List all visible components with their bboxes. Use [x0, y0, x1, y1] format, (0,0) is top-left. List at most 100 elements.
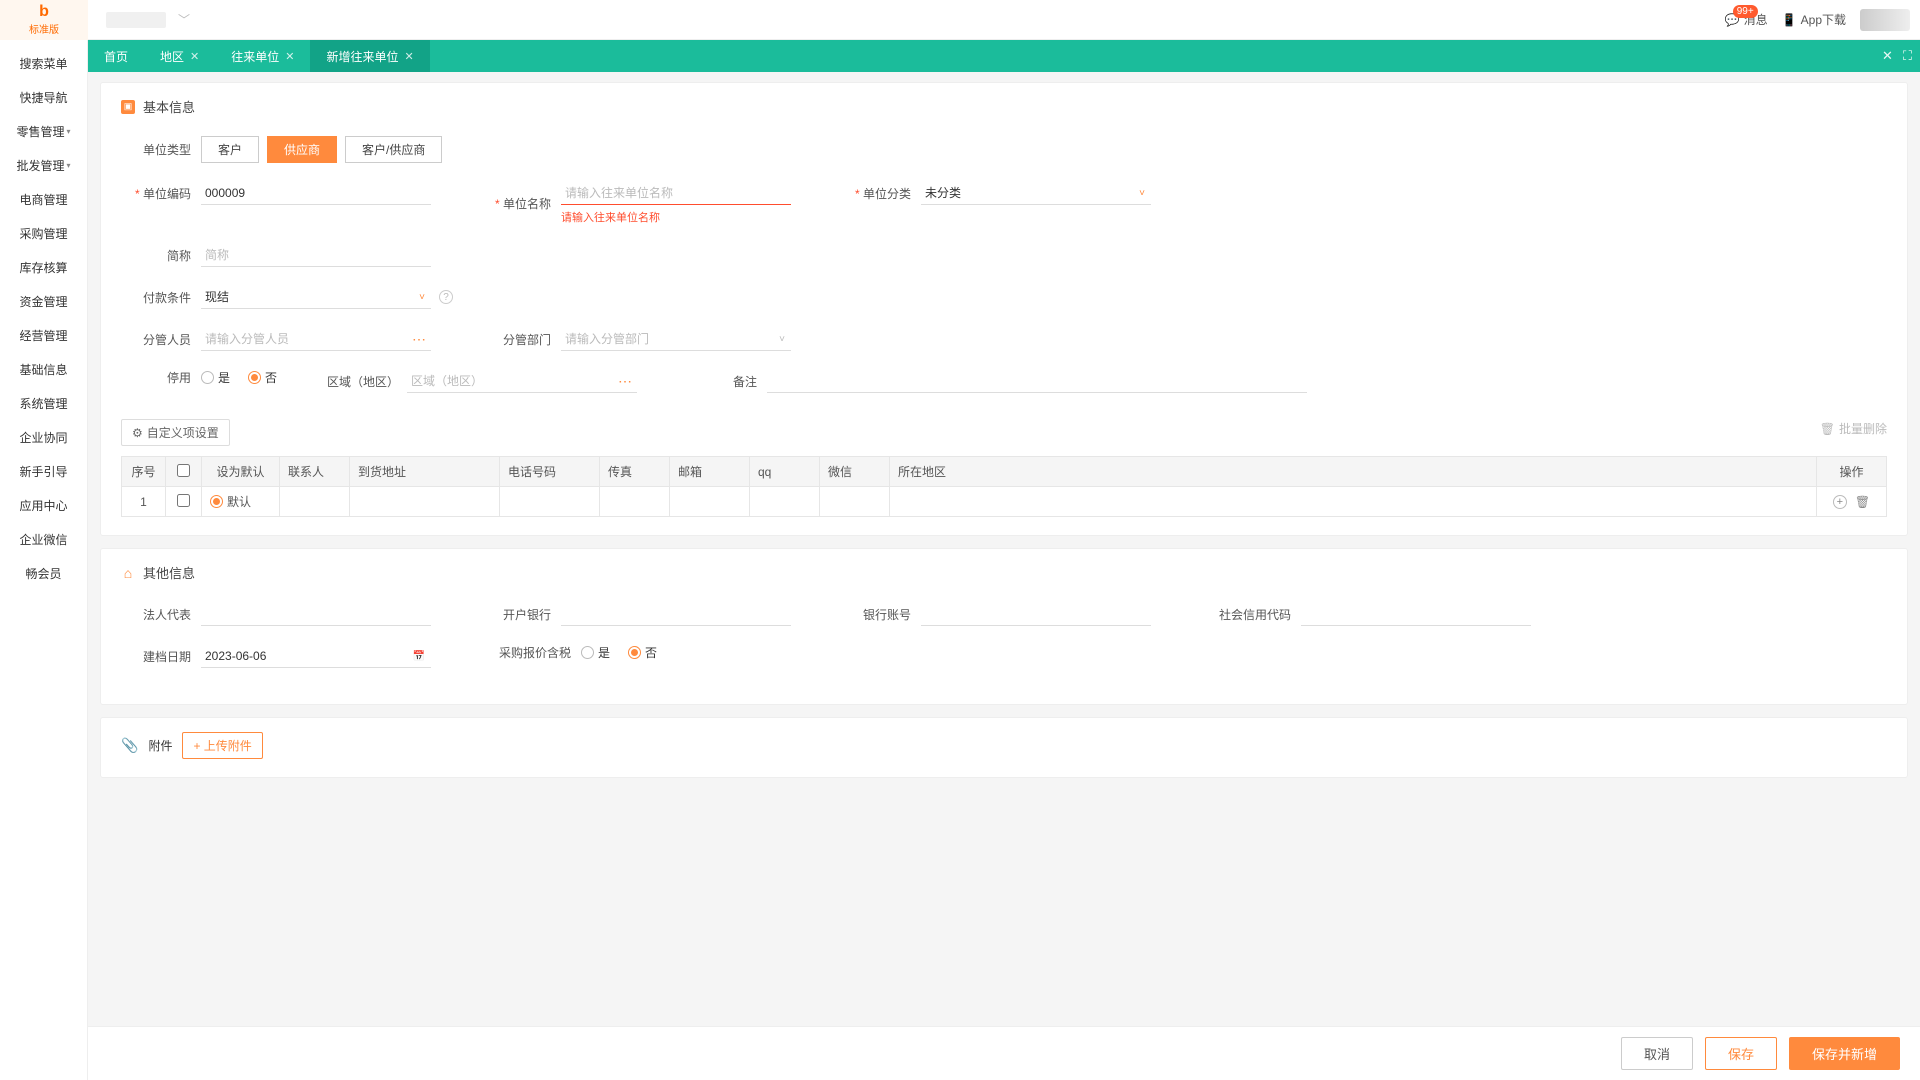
section-icon: ▣ — [121, 100, 135, 114]
sidebar-item[interactable]: 零售管理▾ — [0, 114, 87, 148]
messages-button[interactable]: 💬 消息 99+ — [1725, 11, 1768, 28]
cancel-button[interactable]: 取消 — [1621, 1037, 1693, 1070]
input-short-name[interactable] — [201, 243, 431, 267]
sidebar-item[interactable]: 批发管理▾ — [0, 148, 87, 182]
label-account: 银行账号 — [841, 606, 921, 623]
sidebar-item[interactable]: 搜索菜单 — [0, 46, 87, 80]
sidebar-item[interactable]: 库存核算 — [0, 250, 87, 284]
radio-disabled-no[interactable]: 否 — [248, 369, 277, 386]
sidebar-item[interactable]: 基础信息 — [0, 352, 87, 386]
input-unit-name[interactable] — [561, 181, 791, 205]
cell-wechat[interactable] — [820, 487, 890, 517]
cell-fax[interactable] — [600, 487, 670, 517]
tabbar: 首页地区✕往来单位✕新增往来单位✕ ✕ ⛶ — [88, 40, 1920, 72]
sidebar-item-label: 系统管理 — [19, 395, 67, 412]
tab[interactable]: 首页 — [88, 40, 144, 72]
sidebar-item[interactable]: 企业协同 — [0, 420, 87, 454]
select-all-checkbox[interactable] — [177, 464, 190, 477]
close-icon[interactable]: ✕ — [285, 50, 294, 63]
sidebar-item[interactable]: 采购管理 — [0, 216, 87, 250]
sidebar-item[interactable]: 企业微信 — [0, 522, 87, 556]
radio-tax-no[interactable]: 否 — [628, 644, 657, 661]
main-scroll[interactable]: ▣ 基本信息 单位类型 客户供应商客户/供应商 单位编码 — [88, 72, 1920, 1026]
tab[interactable]: 新增往来单位✕ — [310, 40, 429, 72]
unit-type-option[interactable]: 客户/供应商 — [345, 136, 442, 163]
radio-disabled-yes[interactable]: 是 — [201, 369, 230, 386]
table-header: 序号 — [122, 457, 166, 487]
gear-icon: ⚙ — [132, 426, 143, 440]
chevron-down-icon: ﹀ — [178, 11, 190, 28]
layout: 搜索菜单快捷导航零售管理▾批发管理▾电商管理采购管理库存核算资金管理经营管理基础… — [0, 40, 1920, 1080]
cell-region[interactable] — [890, 487, 1817, 517]
topbar: b 标准版 ﹀ 💬 消息 99+ 📱 App下载 — [0, 0, 1920, 40]
sidebar-item-label: 基础信息 — [19, 361, 67, 378]
select-pay-term[interactable] — [201, 285, 431, 309]
add-row-icon[interactable]: + — [1833, 495, 1847, 509]
sidebar-item[interactable]: 快捷导航 — [0, 80, 87, 114]
upload-attachment-button[interactable]: + 上传附件 — [182, 732, 262, 759]
org-switcher[interactable]: ﹀ — [88, 11, 208, 28]
cell-email[interactable] — [670, 487, 750, 517]
radio-tax-yes[interactable]: 是 — [581, 644, 610, 661]
input-credit[interactable] — [1301, 602, 1531, 626]
table-header: 设为默认 — [202, 457, 280, 487]
panel-basic-title: ▣ 基本信息 — [121, 97, 1887, 116]
app-download-button[interactable]: 📱 App下载 — [1782, 11, 1846, 28]
sidebar-item[interactable]: 资金管理 — [0, 284, 87, 318]
cell-address[interactable] — [350, 487, 500, 517]
sidebar-item[interactable]: 经营管理 — [0, 318, 87, 352]
close-icon[interactable]: ✕ — [405, 50, 414, 63]
more-icon[interactable]: ⋯ — [618, 373, 633, 390]
cell-phone[interactable] — [500, 487, 600, 517]
topbar-left: b 标准版 ﹀ — [0, 0, 208, 39]
label-dept: 分管部门 — [481, 331, 561, 348]
delete-row-icon[interactable]: 🗑 — [1855, 495, 1870, 509]
input-unit-code[interactable] — [201, 181, 431, 205]
label-credit: 社会信用代码 — [1201, 606, 1301, 623]
tab[interactable]: 往来单位✕ — [215, 40, 310, 72]
row-checkbox[interactable] — [177, 494, 190, 507]
fullscreen-icon[interactable]: ⛶ — [1903, 48, 1912, 64]
radio-no-label: 否 — [265, 369, 277, 386]
sidebar-item[interactable]: 系统管理 — [0, 386, 87, 420]
input-region[interactable] — [407, 369, 637, 393]
label-unit-code: 单位编码 — [121, 185, 201, 202]
help-icon[interactable]: ? — [439, 290, 453, 304]
close-icon[interactable]: ✕ — [190, 50, 199, 63]
custom-fields-button[interactable]: ⚙ 自定义项设置 — [121, 419, 230, 446]
sidebar-item[interactable]: 应用中心 — [0, 488, 87, 522]
user-avatar[interactable] — [1860, 9, 1910, 31]
select-dept[interactable] — [561, 327, 791, 351]
input-manager[interactable] — [201, 327, 431, 351]
input-legal[interactable] — [201, 602, 431, 626]
radio-default[interactable]: 默认 — [210, 493, 271, 510]
tabbar-actions: ✕ ⛶ — [1882, 48, 1920, 64]
logo[interactable]: b 标准版 — [0, 0, 88, 40]
sidebar-item[interactable]: 电商管理 — [0, 182, 87, 216]
label-pay-term: 付款条件 — [121, 289, 201, 306]
input-bank[interactable] — [561, 602, 791, 626]
cell-qq[interactable] — [750, 487, 820, 517]
sidebar-item[interactable]: 新手引导 — [0, 454, 87, 488]
tab[interactable]: 地区✕ — [144, 40, 215, 72]
more-icon[interactable]: ⋯ — [412, 331, 427, 348]
label-region: 区域（地区） — [327, 373, 407, 390]
save-button[interactable]: 保存 — [1705, 1037, 1777, 1070]
input-remark[interactable] — [767, 369, 1307, 393]
unit-type-option[interactable]: 供应商 — [267, 136, 337, 163]
cell-contact[interactable] — [280, 487, 350, 517]
select-unit-class[interactable] — [921, 181, 1151, 205]
panel-basic-info: ▣ 基本信息 单位类型 客户供应商客户/供应商 单位编码 — [100, 82, 1908, 536]
unit-type-option[interactable]: 客户 — [201, 136, 259, 163]
error-unit-name: 请输入往来单位名称 — [561, 209, 791, 225]
sidebar-item-label: 采购管理 — [19, 225, 67, 242]
input-create-date[interactable] — [201, 644, 431, 668]
batch-delete-button[interactable]: 🗑 批量删除 — [1820, 420, 1887, 437]
input-account[interactable] — [921, 602, 1151, 626]
save-and-new-button[interactable]: 保存并新增 — [1789, 1037, 1900, 1070]
caret-icon: ▾ — [67, 161, 71, 170]
sidebar-item[interactable]: 畅会员 — [0, 556, 87, 590]
table-header: 电话号码 — [500, 457, 600, 487]
table-header: 操作 — [1817, 457, 1887, 487]
close-tab-icon[interactable]: ✕ — [1882, 48, 1893, 64]
